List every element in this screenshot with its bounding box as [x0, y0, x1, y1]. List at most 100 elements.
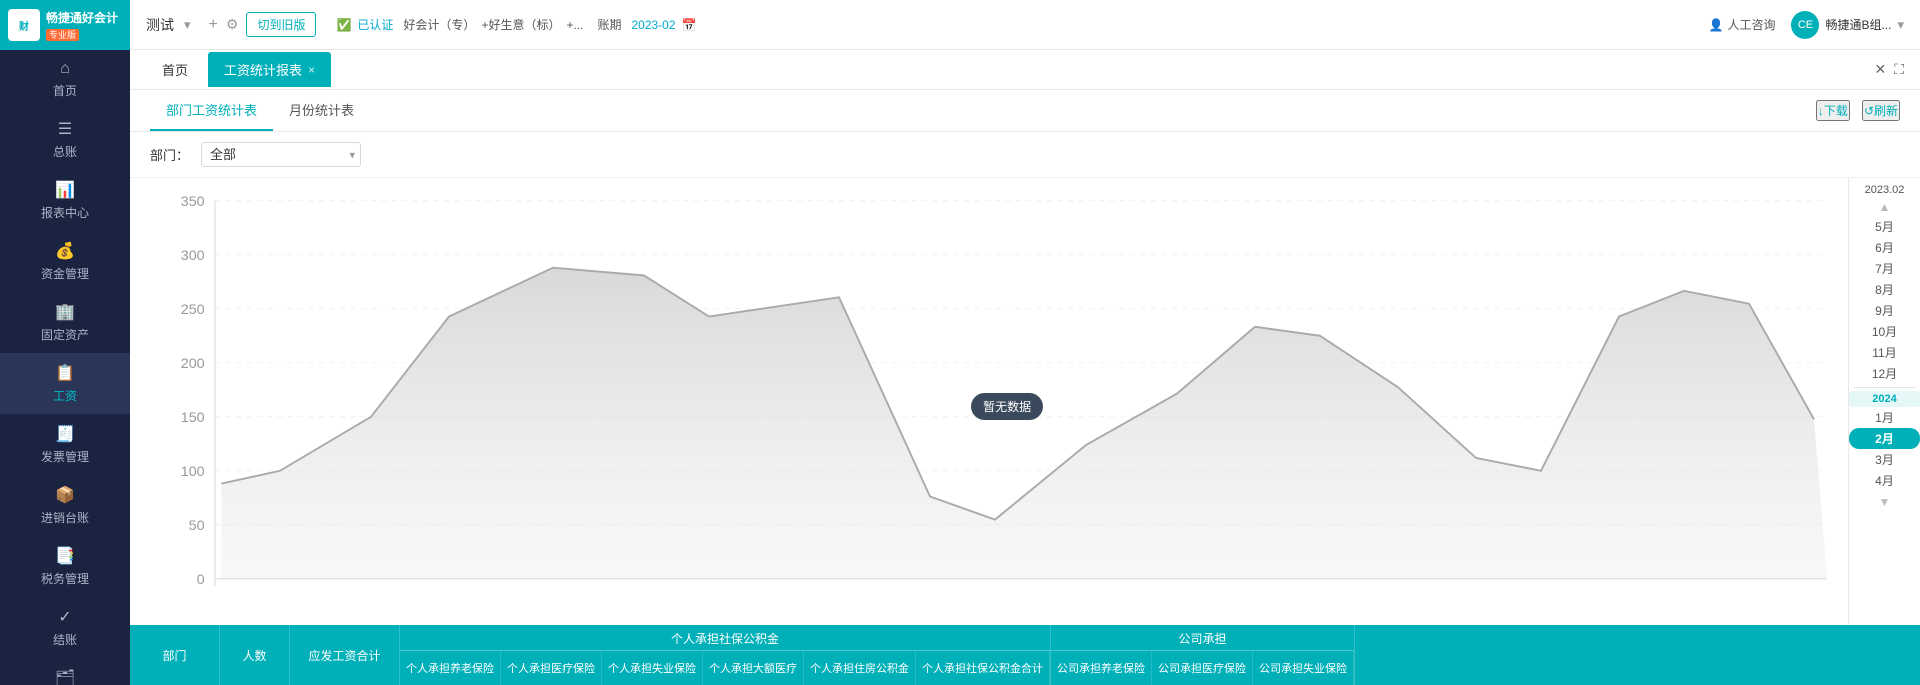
group2-title: 公司承担 [1051, 625, 1354, 651]
tax-icon: 📑 [55, 546, 75, 566]
funds-icon: 💰 [55, 241, 75, 261]
scroll-down-icon[interactable]: ▼ [1877, 493, 1893, 511]
sub-tab-dept[interactable]: 部门工资统计表 [150, 90, 273, 131]
expand-window-icon[interactable]: ⛶ [1894, 61, 1904, 78]
col-company-unemployment: 公司承担失业保险 [1253, 651, 1354, 685]
topbar-actions: + ⚙ 切到旧版 [209, 12, 317, 37]
month-12[interactable]: 12月 [1849, 363, 1920, 384]
col-personal-major-medical: 个人承担大额医疗 [703, 651, 804, 685]
topbar-right: 👤 人工咨询 CE 畅捷通B组... ▾ [1708, 11, 1904, 39]
tab-window-controls: ✕ ⛶ [1874, 61, 1904, 78]
close-window-icon[interactable]: ✕ [1874, 61, 1886, 78]
group-personal-insurance: 个人承担社保公积金 个人承担养老保险 个人承担医疗保险 个人承担失业保险 个人承… [400, 625, 1051, 685]
reports-icon: 📊 [55, 180, 75, 200]
col-personal-housing: 个人承担住房公积金 [804, 651, 916, 685]
month-4-2024[interactable]: 4月 [1849, 470, 1920, 491]
period-label: 账期 [597, 16, 621, 33]
status-good-biz: +好生意（标） [481, 16, 560, 33]
sidebar-item-assets[interactable]: 🏢 固定资产 [0, 292, 130, 353]
salary-icon: 📋 [55, 363, 75, 383]
sidebar-nav: ⌂ 首页 ☰ 总账 📊 报表中心 💰 资金管理 🏢 固定资产 📋 工资 🧾 发票… [0, 50, 130, 685]
calendar-icon[interactable]: 📅 [682, 18, 697, 32]
tab-bar: 首页 工资统计报表 × ✕ ⛶ [130, 50, 1920, 90]
user-dropdown-icon[interactable]: ▾ [1897, 17, 1904, 33]
chart-area: 350 300 250 200 150 100 50 0 [130, 178, 1920, 625]
month-3-2024[interactable]: 3月 [1849, 449, 1920, 470]
month-10[interactable]: 10月 [1849, 321, 1920, 342]
sidebar-item-sales[interactable]: 📦 进销台账 [0, 475, 130, 536]
logo-text: 畅捷通好会计 专业版 [46, 9, 118, 41]
sidebar-item-funds[interactable]: 💰 资金管理 [0, 231, 130, 292]
sidebar-item-reports[interactable]: 📊 报表中心 [0, 170, 130, 231]
group-company-insurance: 公司承担 公司承担养老保险 公司承担医疗保险 公司承担失业保险 [1051, 625, 1355, 685]
group1-subs: 个人承担养老保险 个人承担医疗保险 个人承担失业保险 个人承担大额医疗 个人承担… [400, 651, 1050, 685]
sidebar-item-invoice[interactable]: 🧾 发票管理 [0, 414, 130, 475]
tab-close-icon[interactable]: × [308, 63, 315, 77]
sidebar-item-ledger[interactable]: ☰ 总账 [0, 109, 130, 170]
col-dept: 部门 [130, 625, 220, 685]
dept-select[interactable]: 全部 [201, 142, 361, 167]
svg-text:150: 150 [181, 410, 205, 426]
avatar: CE [1791, 11, 1819, 39]
settlement-icon: ✓ [58, 607, 71, 627]
sidebar-item-salary[interactable]: 📋 工资 [0, 353, 130, 414]
user-name[interactable]: 畅捷通B组... [1825, 16, 1891, 33]
add-icon[interactable]: + [209, 16, 218, 34]
month-9[interactable]: 9月 [1849, 300, 1920, 321]
ledger-icon: ☰ [58, 119, 72, 139]
sub-tabs: 部门工资统计表 月份统计表 ↓下载 ↺刷新 [130, 90, 1920, 132]
refresh-button[interactable]: ↺刷新 [1862, 100, 1900, 121]
col-people: 人数 [220, 625, 290, 685]
sidebar-item-settlement[interactable]: ✓ 结账 [0, 597, 130, 658]
sidebar-item-archive[interactable]: 🗂 归档管理 [0, 658, 130, 685]
month-8[interactable]: 8月 [1849, 279, 1920, 300]
right-date-panel: 2023.02 ▲ 5月 6月 7月 8月 9月 10月 11月 12月 202… [1848, 178, 1920, 625]
svg-text:200: 200 [181, 356, 205, 372]
tab-salary-report[interactable]: 工资统计报表 × [208, 52, 331, 87]
status-more: +... [566, 18, 583, 32]
topbar-title: 测试 [146, 15, 174, 35]
certified-badge: ✅ [336, 18, 351, 32]
topbar-dropdown-icon[interactable]: ▾ [184, 17, 191, 33]
month-11[interactable]: 11月 [1849, 342, 1920, 363]
sales-icon: 📦 [55, 485, 75, 505]
panel-date-display: 2023.02 [1865, 184, 1905, 196]
svg-text:250: 250 [181, 302, 205, 318]
content-area: 部门工资统计表 月份统计表 ↓下载 ↺刷新 部门： 全部 [130, 90, 1920, 685]
home-icon: ⌂ [60, 60, 70, 78]
sidebar-item-home[interactable]: ⌂ 首页 [0, 50, 130, 109]
year-2024[interactable]: 2024 [1849, 391, 1920, 407]
col-salary: 应发工资合计 [290, 625, 400, 685]
group2-subs: 公司承担养老保险 公司承担医疗保险 公司承担失业保险 [1051, 651, 1354, 685]
tab-home[interactable]: 首页 [146, 52, 204, 87]
month-2-2024[interactable]: 2月 [1849, 428, 1920, 449]
sidebar-logo: 财 畅捷通好会计 专业版 [0, 0, 130, 50]
logo-icon: 财 [8, 9, 40, 41]
filter-bar: 部门： 全部 [130, 132, 1920, 178]
svg-text:50: 50 [189, 518, 205, 534]
switch-old-version-button[interactable]: 切到旧版 [246, 12, 316, 37]
sub-tab-month[interactable]: 月份统计表 [273, 90, 370, 131]
period-value: 2023-02 [631, 18, 675, 32]
month-1-2024[interactable]: 1月 [1849, 407, 1920, 428]
col-personal-pension: 个人承担养老保险 [400, 651, 501, 685]
user-service-btn[interactable]: 👤 人工咨询 [1708, 16, 1775, 33]
archive-icon: 🗂 [55, 668, 75, 685]
user-info: CE 畅捷通B组... ▾ [1791, 11, 1904, 39]
col-personal-unemployment: 个人承担失业保险 [602, 651, 703, 685]
month-5[interactable]: 5月 [1849, 216, 1920, 237]
status-good-accounting: 好会计（专） [403, 16, 475, 33]
bottom-table-header: 部门 人数 应发工资合计 个人承担社保公积金 个人承担养老保险 个人承担医疗保险… [130, 625, 1920, 685]
topbar: 测试 ▾ + ⚙ 切到旧版 ✅ 已认证 好会计（专） +好生意（标） +... … [130, 0, 1920, 50]
sidebar-item-tax[interactable]: 📑 税务管理 [0, 536, 130, 597]
month-6[interactable]: 6月 [1849, 237, 1920, 258]
col-company-pension: 公司承担养老保险 [1051, 651, 1152, 685]
download-button[interactable]: ↓下载 [1816, 100, 1850, 121]
month-7[interactable]: 7月 [1849, 258, 1920, 279]
scroll-up-icon[interactable]: ▲ [1877, 198, 1893, 216]
svg-text:0: 0 [197, 572, 205, 588]
svg-text:350: 350 [181, 194, 205, 210]
gear-icon[interactable]: ⚙ [226, 16, 239, 33]
topbar-status: ✅ 已认证 好会计（专） +好生意（标） +... 账期 2023-02 📅 [336, 16, 696, 33]
service-icon: 👤 [1708, 18, 1723, 32]
